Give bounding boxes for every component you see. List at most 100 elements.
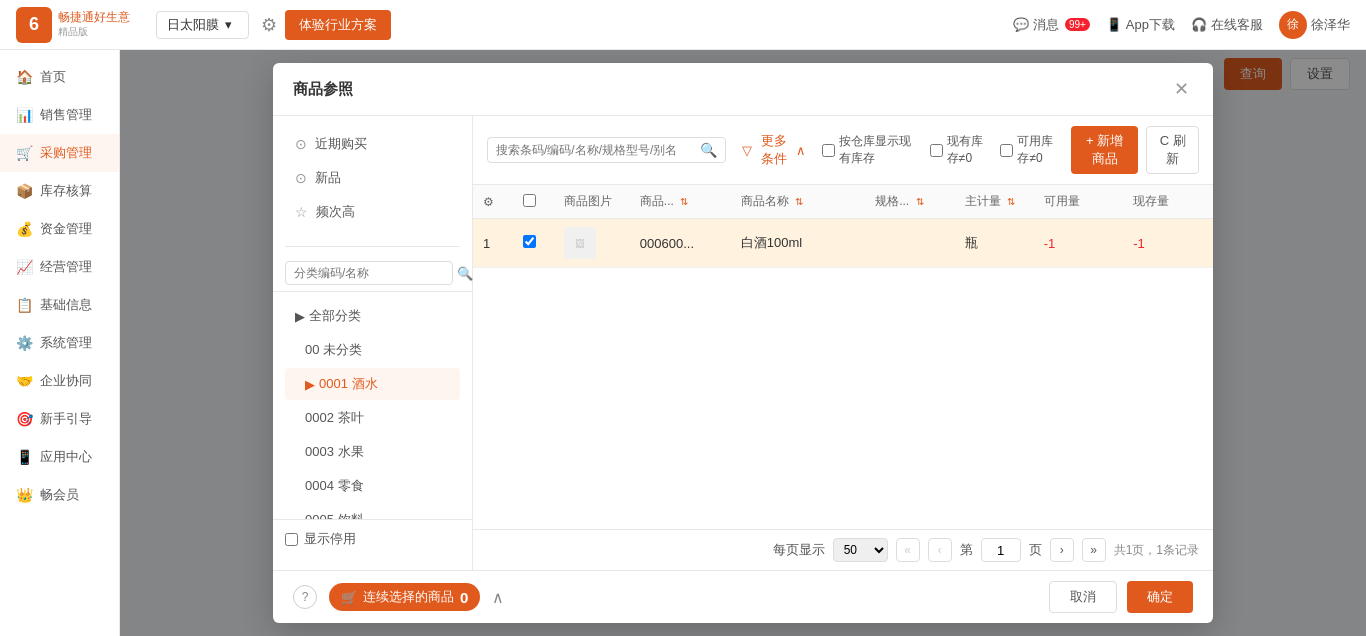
modal-right-panel: 🔍 ▽ 更多条件 ∧ 按仓库显示现有库存 <box>473 116 1213 570</box>
category-item-0002[interactable]: 0002 茶叶 <box>285 402 460 434</box>
th-image: 商品图片 <box>554 185 630 219</box>
store-selector[interactable]: 日太阳膜 ▾ <box>156 11 249 39</box>
th-stock: 现存量 <box>1123 185 1213 219</box>
service-label: 在线客服 <box>1211 16 1263 34</box>
th-settings[interactable]: ⚙ <box>473 185 513 219</box>
page-number-input[interactable] <box>981 538 1021 562</box>
category-search-icon[interactable]: 🔍 <box>457 266 473 281</box>
message-nav-item[interactable]: 💬 消息 99+ <box>1013 16 1090 34</box>
sidebar-label-apps: 应用中心 <box>40 448 92 466</box>
per-page-label: 每页显示 <box>773 541 825 559</box>
refresh-button[interactable]: C 刷新 <box>1146 126 1199 174</box>
warehouse-label: 按仓库显示现有库存 <box>839 133 922 167</box>
category-item-00[interactable]: 00 未分类 <box>285 334 460 366</box>
quick-item-new-label: 新品 <box>315 169 341 187</box>
sidebar-item-basic[interactable]: 📋 基础信息 <box>0 286 119 324</box>
sort-name-icon: ⇅ <box>795 196 803 207</box>
avail-filter[interactable]: 可用库存≠0 <box>1000 133 1063 167</box>
select-all-checkbox[interactable] <box>523 194 536 207</box>
quick-item-frequent[interactable]: ☆ 频次高 <box>285 196 460 228</box>
footer-right-actions: 取消 确定 <box>1049 581 1193 613</box>
modal-toolbar: 🔍 ▽ 更多条件 ∧ 按仓库显示现有库存 <box>473 116 1213 185</box>
quick-items-section: ⊙ 近期购买 ⊙ 新品 ☆ 频次高 <box>273 128 472 230</box>
show-disabled-checkbox[interactable] <box>285 533 298 546</box>
th-code-label: 商品... <box>640 194 674 208</box>
th-spec[interactable]: 规格... ⇅ <box>865 185 955 219</box>
stock-label: 现有库存≠0 <box>947 133 993 167</box>
sidebar-label-inventory: 库存核算 <box>40 182 92 200</box>
sidebar-item-enterprise[interactable]: 🤝 企业协同 <box>0 362 119 400</box>
sidebar-label-finance: 资金管理 <box>40 220 92 238</box>
experience-button[interactable]: 体验行业方案 <box>285 10 391 40</box>
search-icon[interactable]: 🔍 <box>700 142 717 158</box>
content-area: 查询 设置 商品参照 ✕ ⊙ 近期购买 <box>120 50 1366 636</box>
logo-text: 畅捷通好生意 <box>58 10 130 26</box>
sidebar-item-sales[interactable]: 📊 销售管理 <box>0 96 119 134</box>
th-code[interactable]: 商品... ⇅ <box>630 185 731 219</box>
row-checkbox[interactable] <box>523 235 536 248</box>
modal-footer: ? 🛒 连续选择的商品 0 ∧ 取消 确定 <box>273 570 1213 623</box>
sidebar-item-home[interactable]: 🏠 首页 <box>0 58 119 96</box>
collapse-toggle-icon[interactable]: ∧ <box>492 588 504 607</box>
warehouse-filter[interactable]: 按仓库显示现有库存 <box>822 133 922 167</box>
page-next-button[interactable]: › <box>1050 538 1074 562</box>
filter-icon: ▽ <box>742 143 752 158</box>
sidebar-item-inventory[interactable]: 📦 库存核算 <box>0 172 119 210</box>
page-prev-button[interactable]: ‹ <box>928 538 952 562</box>
sidebar-item-member[interactable]: 👑 畅会员 <box>0 476 119 514</box>
category-item-0005[interactable]: 0005 饮料 <box>285 504 460 519</box>
sidebar-item-management[interactable]: 📈 经营管理 <box>0 248 119 286</box>
stock-checkbox[interactable] <box>930 144 943 157</box>
stock-filter[interactable]: 现有库存≠0 <box>930 133 993 167</box>
help-button[interactable]: ? <box>293 585 317 609</box>
th-unit[interactable]: 主计量 ⇅ <box>955 185 1034 219</box>
quick-item-recent[interactable]: ⊙ 近期购买 <box>285 128 460 160</box>
user-nav-item[interactable]: 徐 徐泽华 <box>1279 11 1350 39</box>
quick-item-new[interactable]: ⊙ 新品 <box>285 162 460 194</box>
page-first-button[interactable]: « <box>896 538 920 562</box>
row-code: 000600... <box>630 219 731 268</box>
table-row[interactable]: 1 🖼 000600... 白酒100ml <box>473 219 1213 268</box>
per-page-select[interactable]: 50 10 20 100 <box>833 538 888 562</box>
product-search-input[interactable] <box>496 143 696 157</box>
gear-icon[interactable]: ⚙ <box>261 14 277 36</box>
category-search-input[interactable] <box>285 261 453 285</box>
filter-button[interactable]: ▽ 更多条件 ∧ <box>734 128 814 172</box>
category-item-0004[interactable]: 0004 零食 <box>285 470 460 502</box>
cancel-button[interactable]: 取消 <box>1049 581 1117 613</box>
sidebar: 🏠 首页 📊 销售管理 🛒 采购管理 📦 库存核算 💰 资金管理 📈 经营管理 … <box>0 50 120 636</box>
category-item-0003[interactable]: 0003 水果 <box>285 436 460 468</box>
show-disabled-label[interactable]: 显示停用 <box>304 530 356 548</box>
app-download-nav-item[interactable]: 📱 App下载 <box>1106 16 1175 34</box>
category-item-0001[interactable]: ▶ 0001 酒水 <box>285 368 460 400</box>
avail-checkbox[interactable] <box>1000 144 1013 157</box>
row-num: 1 <box>473 219 513 268</box>
store-name: 日太阳膜 <box>167 16 219 34</box>
th-unit-label: 主计量 <box>965 194 1001 208</box>
category-item-all[interactable]: ▶ 全部分类 <box>285 300 460 332</box>
warehouse-checkbox[interactable] <box>822 144 835 157</box>
sidebar-item-guide[interactable]: 🎯 新手引导 <box>0 400 119 438</box>
sidebar-item-purchase[interactable]: 🛒 采购管理 <box>0 134 119 172</box>
category-label-0002: 0002 茶叶 <box>305 409 364 427</box>
sidebar-item-apps[interactable]: 📱 应用中心 <box>0 438 119 476</box>
message-badge: 99+ <box>1065 18 1090 31</box>
service-nav-item[interactable]: 🎧 在线客服 <box>1191 16 1263 34</box>
logo: 6 畅捷通好生意 精品版 <box>16 7 136 43</box>
th-name[interactable]: 商品名称 ⇅ <box>731 185 865 219</box>
frequent-icon: ☆ <box>295 204 308 220</box>
confirm-button[interactable]: 确定 <box>1127 581 1193 613</box>
left-divider <box>285 246 460 247</box>
cart-button[interactable]: 🛒 连续选择的商品 0 <box>329 583 480 611</box>
new-icon: ⊙ <box>295 170 307 186</box>
category-arrow-all: ▶ <box>295 309 305 324</box>
sidebar-item-finance[interactable]: 💰 资金管理 <box>0 210 119 248</box>
sidebar-label-home: 首页 <box>40 68 66 86</box>
modal-close-button[interactable]: ✕ <box>1169 77 1193 101</box>
sidebar-item-system[interactable]: ⚙️ 系统管理 <box>0 324 119 362</box>
add-product-button[interactable]: + 新增商品 <box>1071 126 1138 174</box>
page-last-button[interactable]: » <box>1082 538 1106 562</box>
row-check[interactable] <box>513 219 553 268</box>
sidebar-label-sales: 销售管理 <box>40 106 92 124</box>
main-layout: 🏠 首页 📊 销售管理 🛒 采购管理 📦 库存核算 💰 资金管理 📈 经营管理 … <box>0 50 1366 636</box>
